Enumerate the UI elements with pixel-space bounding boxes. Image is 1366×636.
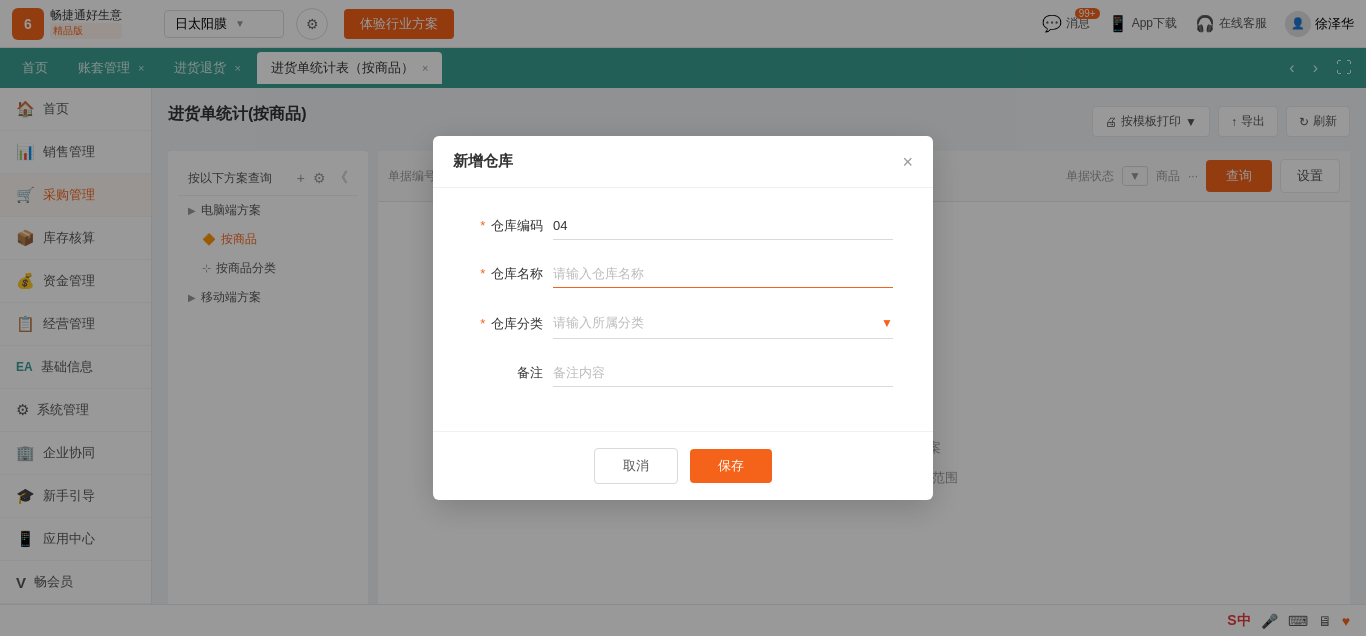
category-select[interactable]: 请输入所属分类 ▼	[553, 308, 893, 339]
modal-close-button[interactable]: ×	[902, 153, 913, 171]
code-input[interactable]	[553, 212, 893, 240]
note-label: 备注	[473, 364, 543, 382]
modal-title: 新增仓库	[453, 152, 513, 171]
modal-footer: 取消 保存	[433, 431, 933, 500]
required-icon-name: *	[480, 266, 485, 281]
form-row-category: * 仓库分类 请输入所属分类 ▼	[473, 308, 893, 339]
modal-header: 新增仓库 ×	[433, 136, 933, 188]
name-label: * 仓库名称	[473, 265, 543, 283]
category-placeholder: 请输入所属分类	[553, 314, 644, 332]
form-row-name: * 仓库名称	[473, 260, 893, 288]
cancel-button[interactable]: 取消	[594, 448, 678, 484]
save-button[interactable]: 保存	[690, 449, 772, 483]
form-row-code: * 仓库编码	[473, 212, 893, 240]
required-icon-code: *	[480, 218, 485, 233]
name-input[interactable]	[553, 260, 893, 288]
code-label: * 仓库编码	[473, 217, 543, 235]
required-icon-category: *	[480, 316, 485, 331]
new-warehouse-modal: 新增仓库 × * 仓库编码 * 仓库名称	[433, 136, 933, 500]
form-row-note: 备注	[473, 359, 893, 387]
modal-body: * 仓库编码 * 仓库名称 * 仓库分类 请输入所属	[433, 188, 933, 431]
modal-overlay[interactable]: 新增仓库 × * 仓库编码 * 仓库名称	[0, 0, 1366, 636]
note-input[interactable]	[553, 359, 893, 387]
category-label: * 仓库分类	[473, 315, 543, 333]
category-dropdown-icon: ▼	[881, 316, 893, 330]
